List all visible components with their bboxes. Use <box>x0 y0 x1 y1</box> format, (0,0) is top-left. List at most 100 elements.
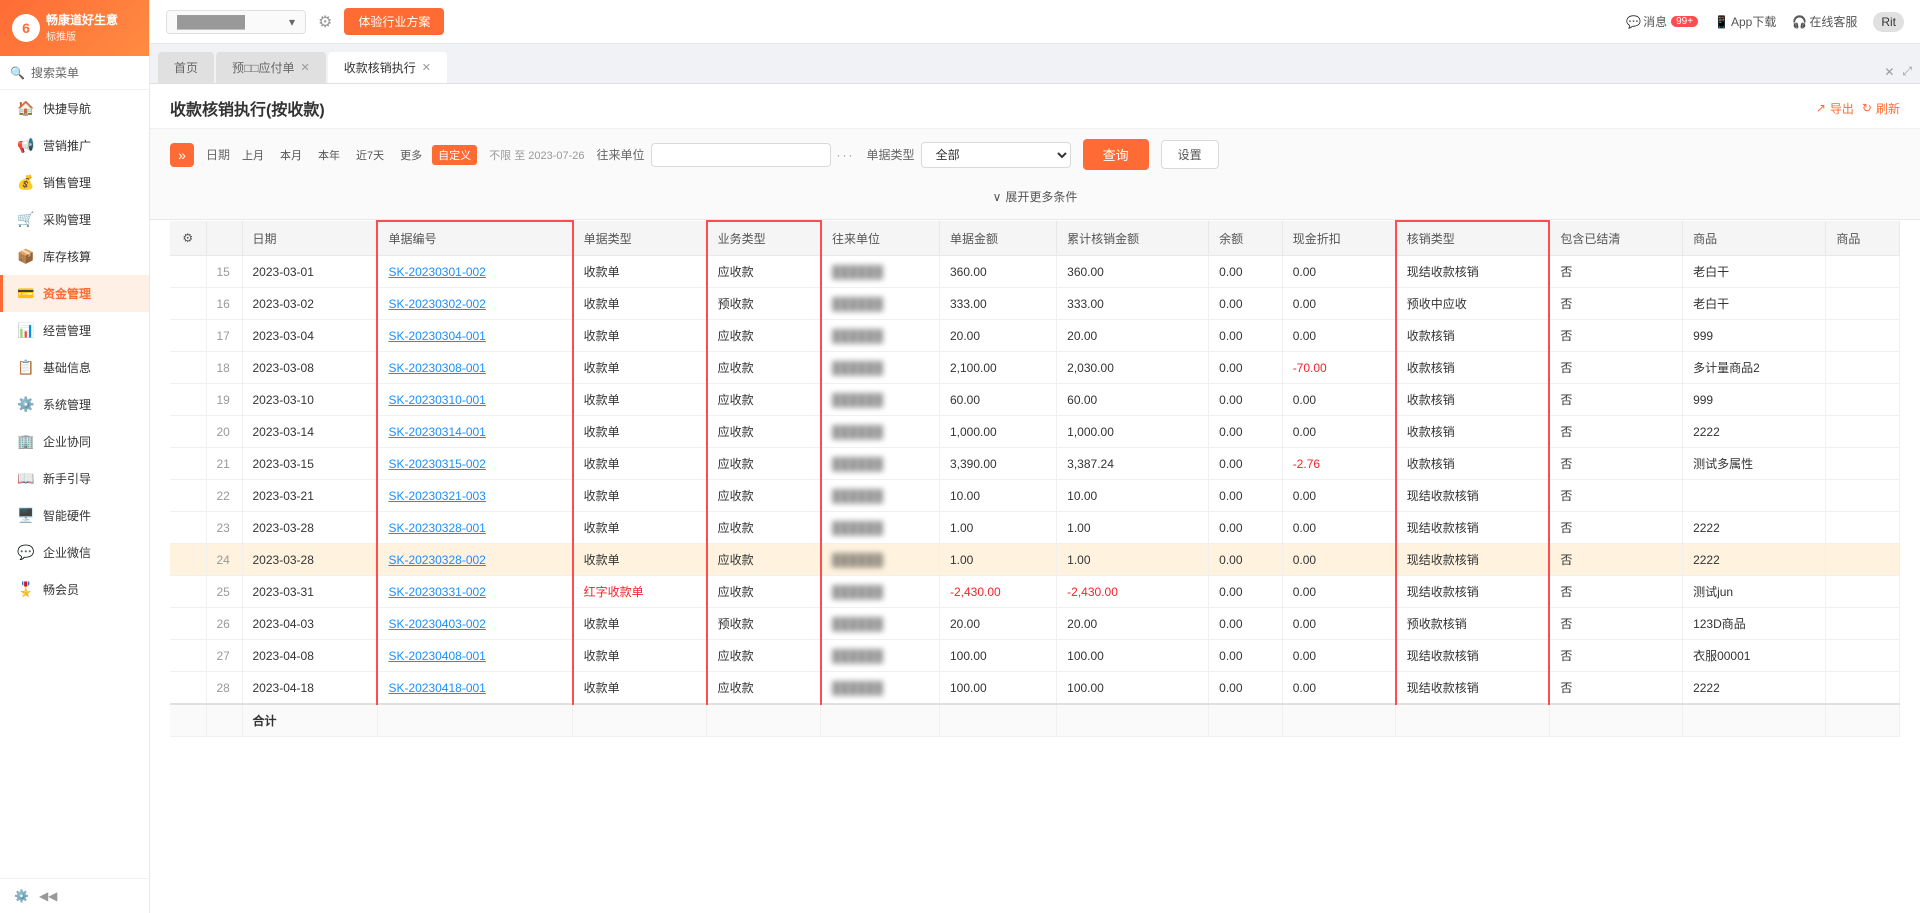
sidebar-search[interactable]: 🔍 搜索菜单 <box>0 56 149 90</box>
date-opt-custom[interactable]: 自定义 <box>432 145 477 165</box>
cell-write-off-type: 收款核销 <box>1396 448 1550 480</box>
cell-cash-discount: 0.00 <box>1282 576 1396 608</box>
sidebar-item-system[interactable]: ⚙️ 系统管理 <box>0 386 149 423</box>
cell-balance: 0.00 <box>1209 320 1283 352</box>
message-link[interactable]: 💬 消息 99+ <box>1626 13 1698 30</box>
industry-solution-button[interactable]: 体验行业方案 <box>344 8 444 35</box>
sidebar-item-wechat[interactable]: 💬 企业微信 <box>0 534 149 571</box>
col-header-write-off-amount[interactable]: 累计核销金额 <box>1057 221 1209 256</box>
cell-voucher-no[interactable]: SK-20230328-001 <box>377 512 572 544</box>
date-opt-more[interactable]: 更多 <box>394 145 428 165</box>
cell-voucher-no[interactable]: SK-20230314-001 <box>377 416 572 448</box>
col-header-product1[interactable]: 商品 <box>1683 221 1826 256</box>
sidebar-item-quick-nav[interactable]: 🏠 快捷导航 <box>0 90 149 127</box>
cell-biz-type: 应收款 <box>707 576 821 608</box>
sidebar-item-operation[interactable]: 📊 经营管理 <box>0 312 149 349</box>
cell-product2 <box>1826 416 1900 448</box>
sidebar-item-sales[interactable]: 💰 销售管理 <box>0 164 149 201</box>
cell-voucher-no[interactable]: SK-20230321-003 <box>377 480 572 512</box>
sidebar-item-member[interactable]: 🎖️ 畅会员 <box>0 571 149 608</box>
tab-write-off-close[interactable]: ✕ <box>422 61 431 74</box>
cell-voucher-type: 收款单 <box>573 448 707 480</box>
expand-more-conditions[interactable]: ∨ 展开更多条件 <box>981 184 1090 209</box>
col-header-partner[interactable]: 往来单位 <box>821 221 939 256</box>
sidebar-item-guide[interactable]: 📖 新手引导 <box>0 460 149 497</box>
cell-no: 25 <box>206 576 242 608</box>
cell-biz-type: 应收款 <box>707 672 821 705</box>
date-opt-last-month[interactable]: 上月 <box>236 145 270 165</box>
app-download-link[interactable]: 📱 App下载 <box>1714 13 1776 30</box>
cell-include-settled: 否 <box>1549 608 1682 640</box>
chevron-down-icon: ▾ <box>289 15 295 29</box>
close-all-icon[interactable]: ✕ <box>1884 65 1894 79</box>
tab-write-off[interactable]: 收款核销执行 ✕ <box>328 52 447 83</box>
col-header-voucher-no[interactable]: 单据编号 <box>377 221 572 256</box>
cell-no: 18 <box>206 352 242 384</box>
tab-home[interactable]: 首页 <box>158 52 214 83</box>
table-row: 232023-03-28SK-20230328-001收款单应收款██████1… <box>170 512 1900 544</box>
col-header-balance[interactable]: 余额 <box>1209 221 1283 256</box>
cell-voucher-no[interactable]: SK-20230408-001 <box>377 640 572 672</box>
col-header-cash-discount[interactable]: 现金折扣 <box>1282 221 1396 256</box>
user-avatar[interactable]: Rit <box>1873 12 1904 32</box>
total-cell <box>1683 704 1826 737</box>
setting-button[interactable]: 设置 <box>1161 140 1219 169</box>
cell-product2 <box>1826 288 1900 320</box>
cell-product1: 衣服00001 <box>1683 640 1826 672</box>
filter-bar: » 日期 上月 本月 本年 近7天 更多 自定义 不限 至 2023-07-26… <box>150 129 1920 220</box>
col-header-write-off-type[interactable]: 核销类型 <box>1396 221 1550 256</box>
tab-pre-receive[interactable]: 预□□应付单 ✕ <box>216 52 326 83</box>
query-button[interactable]: 查询 <box>1083 139 1149 170</box>
tab-pre-receive-close[interactable]: ✕ <box>301 61 310 74</box>
cell-voucher-no[interactable]: SK-20230403-002 <box>377 608 572 640</box>
sidebar-item-basic[interactable]: 📋 基础信息 <box>0 349 149 386</box>
date-opt-this-month[interactable]: 本月 <box>274 145 308 165</box>
sidebar-item-marketing[interactable]: 📢 营销推广 <box>0 127 149 164</box>
col-header-gear[interactable]: ⚙ <box>170 221 206 256</box>
cell-include-settled: 否 <box>1549 384 1682 416</box>
sidebar-item-inventory[interactable]: 📦 库存核算 <box>0 238 149 275</box>
org-selector[interactable]: ████████ ▾ <box>166 10 306 34</box>
cell-voucher-no[interactable]: SK-20230302-002 <box>377 288 572 320</box>
cell-voucher-no[interactable]: SK-20230301-002 <box>377 256 572 288</box>
voucher-type-select[interactable]: 全部 <box>921 142 1071 168</box>
partner-input[interactable] <box>651 143 831 167</box>
cell-partner: ██████ <box>821 480 939 512</box>
expand-icon[interactable]: ⤢ <box>1902 64 1912 79</box>
sidebar-item-hardware[interactable]: 🖥️ 智能硬件 <box>0 497 149 534</box>
filter-toggle-button[interactable]: » <box>170 143 194 167</box>
cell-cash-discount: 0.00 <box>1282 512 1396 544</box>
sidebar-item-finance[interactable]: 💳 资金管理 <box>0 275 149 312</box>
col-header-date[interactable]: 日期 <box>242 221 377 256</box>
collapse-icon[interactable]: ◀◀ <box>39 889 57 903</box>
col-header-include-settled[interactable]: 包含已结清 <box>1549 221 1682 256</box>
sidebar-item-corp[interactable]: 🏢 企业协同 <box>0 423 149 460</box>
sidebar-item-purchase[interactable]: 🛒 采购管理 <box>0 201 149 238</box>
cell-voucher-no[interactable]: SK-20230310-001 <box>377 384 572 416</box>
cell-voucher-no[interactable]: SK-20230308-001 <box>377 352 572 384</box>
cell-voucher-no[interactable]: SK-20230418-001 <box>377 672 572 705</box>
table-row: 152023-03-01SK-20230301-002收款单应收款██████3… <box>170 256 1900 288</box>
col-header-voucher-type[interactable]: 单据类型 <box>573 221 707 256</box>
date-opt-this-year[interactable]: 本年 <box>312 145 346 165</box>
cell-voucher-no[interactable]: SK-20230304-001 <box>377 320 572 352</box>
total-cell <box>1396 704 1550 737</box>
col-header-amount[interactable]: 单据金额 <box>939 221 1056 256</box>
cell-voucher-no[interactable]: SK-20230315-002 <box>377 448 572 480</box>
col-header-product2[interactable]: 商品 <box>1826 221 1900 256</box>
online-service-link[interactable]: 🎧 在线客服 <box>1792 13 1857 30</box>
col-header-biz-type[interactable]: 业务类型 <box>707 221 821 256</box>
refresh-button[interactable]: ↻ 刷新 <box>1862 100 1900 117</box>
gear-icon[interactable]: ⚙ <box>318 12 332 32</box>
cell-biz-type: 应收款 <box>707 512 821 544</box>
settings-icon[interactable]: ⚙️ <box>14 889 29 903</box>
cell-write-off-amount: 3,387.24 <box>1057 448 1209 480</box>
export-button[interactable]: ↗ 导出 <box>1816 100 1854 117</box>
cell-biz-type: 应收款 <box>707 544 821 576</box>
cell-write-off-type: 现结收款核销 <box>1396 544 1550 576</box>
cell-voucher-no[interactable]: SK-20230331-002 <box>377 576 572 608</box>
column-settings-icon[interactable]: ⚙ <box>182 231 193 245</box>
cell-voucher-no[interactable]: SK-20230328-002 <box>377 544 572 576</box>
date-opt-7days[interactable]: 近7天 <box>350 145 390 165</box>
cell-write-off-type: 预收款核销 <box>1396 608 1550 640</box>
